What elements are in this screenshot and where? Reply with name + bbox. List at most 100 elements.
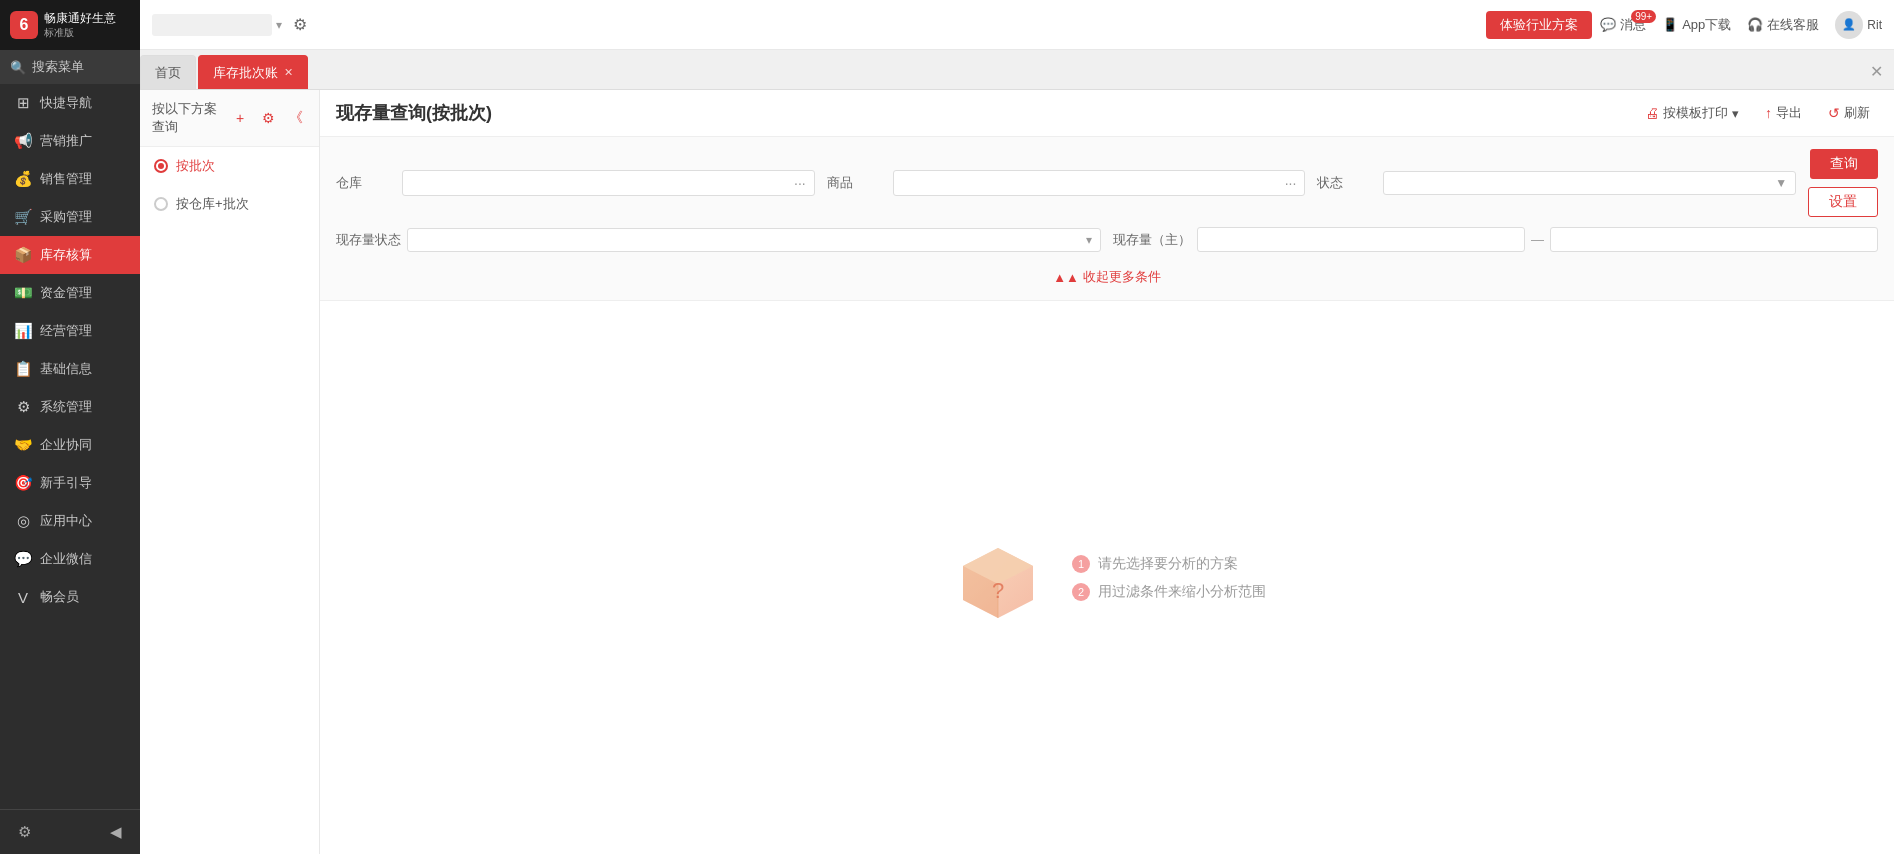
filter-by-warehouse-batch[interactable]: 按仓库+批次	[140, 185, 319, 223]
tab-inventory-batch[interactable]: 库存批次账 ✕	[198, 55, 308, 89]
tab-home-label: 首页	[155, 64, 181, 82]
tabbar: 首页 库存批次账 ✕ ✕	[140, 50, 1894, 90]
company-info: 畅康通好生意 标准版	[44, 11, 116, 40]
nav-icon-guide: 🎯	[14, 474, 32, 492]
stock-amount-to[interactable]	[1550, 227, 1878, 252]
svg-text:?: ?	[992, 578, 1004, 603]
sidebar-item-wechat[interactable]: 💬企业微信	[0, 540, 140, 578]
collapse-label: 收起更多条件	[1083, 268, 1161, 286]
export-btn[interactable]: ↑ 导出	[1757, 100, 1810, 126]
export-icon: ↑	[1765, 105, 1772, 121]
empty-tip-2: 2 用过滤条件来缩小分析范围	[1072, 583, 1266, 601]
empty-state: ? 1 请先选择要分析的方案 2 用过滤条件来缩小分析范围	[320, 301, 1894, 854]
tab-home[interactable]: 首页	[140, 55, 196, 89]
settings-btn[interactable]: 设置	[1808, 187, 1878, 217]
status-chevron-icon: ▼	[1775, 176, 1787, 190]
filter-panel: 按以下方案查询 + ⚙ 《 按批次 按仓库+批次	[140, 90, 320, 854]
nav-icon-operations: 📊	[14, 322, 32, 340]
warehouse-input-wrap[interactable]: ···	[402, 170, 815, 196]
nav-icon-basic: 📋	[14, 360, 32, 378]
product-field: 商品 ···	[827, 170, 1306, 196]
filter-by-batch-label: 按批次	[176, 157, 215, 175]
breadcrumb-input[interactable]	[152, 14, 272, 36]
content: 按以下方案查询 + ⚙ 《 按批次 按仓库+批次	[140, 90, 1894, 854]
main-area: ▾ ⚙ 体验行业方案 💬 消息 99+ 📱 App下载 🎧 在线客服 👤	[140, 0, 1894, 854]
filter-settings-icon[interactable]: ⚙	[257, 107, 279, 129]
sidebar-item-guide[interactable]: 🎯 新手引导	[0, 464, 140, 502]
nav-icon-system: ⚙	[14, 398, 32, 416]
tab-close-icon[interactable]: ✕	[284, 66, 293, 79]
sidebar-item-system[interactable]: ⚙系统管理	[0, 388, 140, 426]
user-name: Rit	[1867, 18, 1882, 32]
experience-btn[interactable]: 体验行业方案	[1486, 11, 1592, 39]
stock-status-select[interactable]: ▾	[407, 228, 1101, 252]
print-chevron-icon: ▾	[1732, 106, 1739, 121]
product-dots[interactable]: ···	[1285, 175, 1297, 191]
filter-radio-warehouse-batch	[154, 197, 168, 211]
stock-amount-from-input[interactable]	[1206, 232, 1516, 247]
sidebar-item-enterprise[interactable]: 🤝企业协同	[0, 426, 140, 464]
refresh-btn[interactable]: ↺ 刷新	[1820, 100, 1878, 126]
filter-by-warehouse-batch-label: 按仓库+批次	[176, 195, 249, 213]
nav-icon-finance: 💵	[14, 284, 32, 302]
nav-label-quick-nav: 快捷导航	[40, 94, 92, 112]
nav-icon-marketing: 📢	[14, 132, 32, 150]
search-row-2: 现存量状态 ▾ 现存量（主） —	[336, 227, 1878, 252]
sidebar-item-inventory[interactable]: 📦库存核算	[0, 236, 140, 274]
tip-text-1: 请先选择要分析的方案	[1098, 555, 1238, 573]
stock-amount-label: 现存量（主）	[1113, 231, 1191, 249]
filter-collapse-icon[interactable]: 《	[285, 107, 307, 129]
sidebar-search-label: 搜索菜单	[32, 58, 84, 76]
sidebar-item-marketing[interactable]: 📢 营销推广	[0, 122, 140, 160]
warehouse-label: 仓库	[336, 174, 396, 192]
sidebar-item-finance[interactable]: 💵资金管理	[0, 274, 140, 312]
product-input[interactable]	[902, 176, 1281, 191]
page-header: 现存量查询(按批次) 🖨 按模板打印 ▾ ↑ 导出 ↺ 刷新	[320, 90, 1894, 137]
headset-icon: 🎧	[1747, 17, 1763, 32]
breadcrumb: ▾ ⚙	[152, 11, 1478, 39]
warehouse-input[interactable]	[411, 176, 790, 191]
online-service-btn[interactable]: 🎧 在线客服	[1747, 16, 1819, 34]
app-download-btn[interactable]: 📱 App下载	[1662, 16, 1731, 34]
query-btn[interactable]: 查询	[1810, 149, 1878, 179]
refresh-label: 刷新	[1844, 104, 1870, 122]
sidebar-item-sales[interactable]: 💰销售管理	[0, 160, 140, 198]
tab-panel-close-btn[interactable]: ✕	[1858, 53, 1894, 89]
settings-icon[interactable]: ⚙	[10, 818, 38, 846]
nav-label-basic: 基础信息	[40, 360, 92, 378]
filter-add-icon[interactable]: +	[229, 107, 251, 129]
sidebar-item-quick-nav[interactable]: ⊞快捷导航	[0, 84, 140, 122]
sidebar-item-appstore[interactable]: ◎应用中心	[0, 502, 140, 540]
nav-label-marketing: 营销推广	[40, 132, 92, 150]
page-title: 现存量查询(按批次)	[336, 101, 492, 125]
search-row-1: 仓库 ··· 商品 ··· 状态	[336, 149, 1878, 217]
stock-amount-from[interactable]	[1197, 227, 1525, 252]
sidebar-item-purchase[interactable]: 🛒采购管理	[0, 198, 140, 236]
online-service-label: 在线客服	[1767, 16, 1819, 34]
nav-label-guide: 新手引导	[40, 474, 92, 492]
warehouse-dots[interactable]: ···	[794, 175, 806, 191]
collapse-btn[interactable]: ▲▲ 收起更多条件	[336, 262, 1878, 288]
sidebar-item-member[interactable]: V畅会员	[0, 578, 140, 616]
topbar-gear-icon[interactable]: ⚙	[286, 11, 314, 39]
sidebar-item-operations[interactable]: 📊 经营管理	[0, 312, 140, 350]
nav-label-operations: 经营管理	[40, 322, 92, 340]
filter-by-batch[interactable]: 按批次	[140, 147, 319, 185]
nav-label-appstore: 应用中心	[40, 512, 92, 530]
messages-btn[interactable]: 💬 消息 99+	[1600, 16, 1646, 34]
stock-amount-field: 现存量（主） —	[1113, 227, 1878, 252]
stock-amount-to-input[interactable]	[1559, 232, 1869, 247]
collapse-icon[interactable]: ◀	[102, 818, 130, 846]
sidebar-item-basic[interactable]: 📋 基础信息	[0, 350, 140, 388]
breadcrumb-chevron-icon: ▾	[276, 18, 282, 32]
sidebar-search[interactable]: 🔍 搜索菜单	[0, 50, 140, 84]
nav-icon-member: V	[14, 588, 32, 606]
product-input-wrap[interactable]: ···	[893, 170, 1306, 196]
status-select[interactable]: ▼	[1383, 171, 1796, 195]
nav-label-inventory: 库存核算	[40, 246, 92, 264]
user-profile[interactable]: 👤 Rit	[1835, 11, 1882, 39]
print-template-btn[interactable]: 🖨 按模板打印 ▾	[1637, 100, 1747, 126]
app-download-label: App下载	[1682, 16, 1731, 34]
empty-tips: 1 请先选择要分析的方案 2 用过滤条件来缩小分析范围	[1072, 555, 1266, 601]
nav-icon-enterprise: 🤝	[14, 436, 32, 454]
